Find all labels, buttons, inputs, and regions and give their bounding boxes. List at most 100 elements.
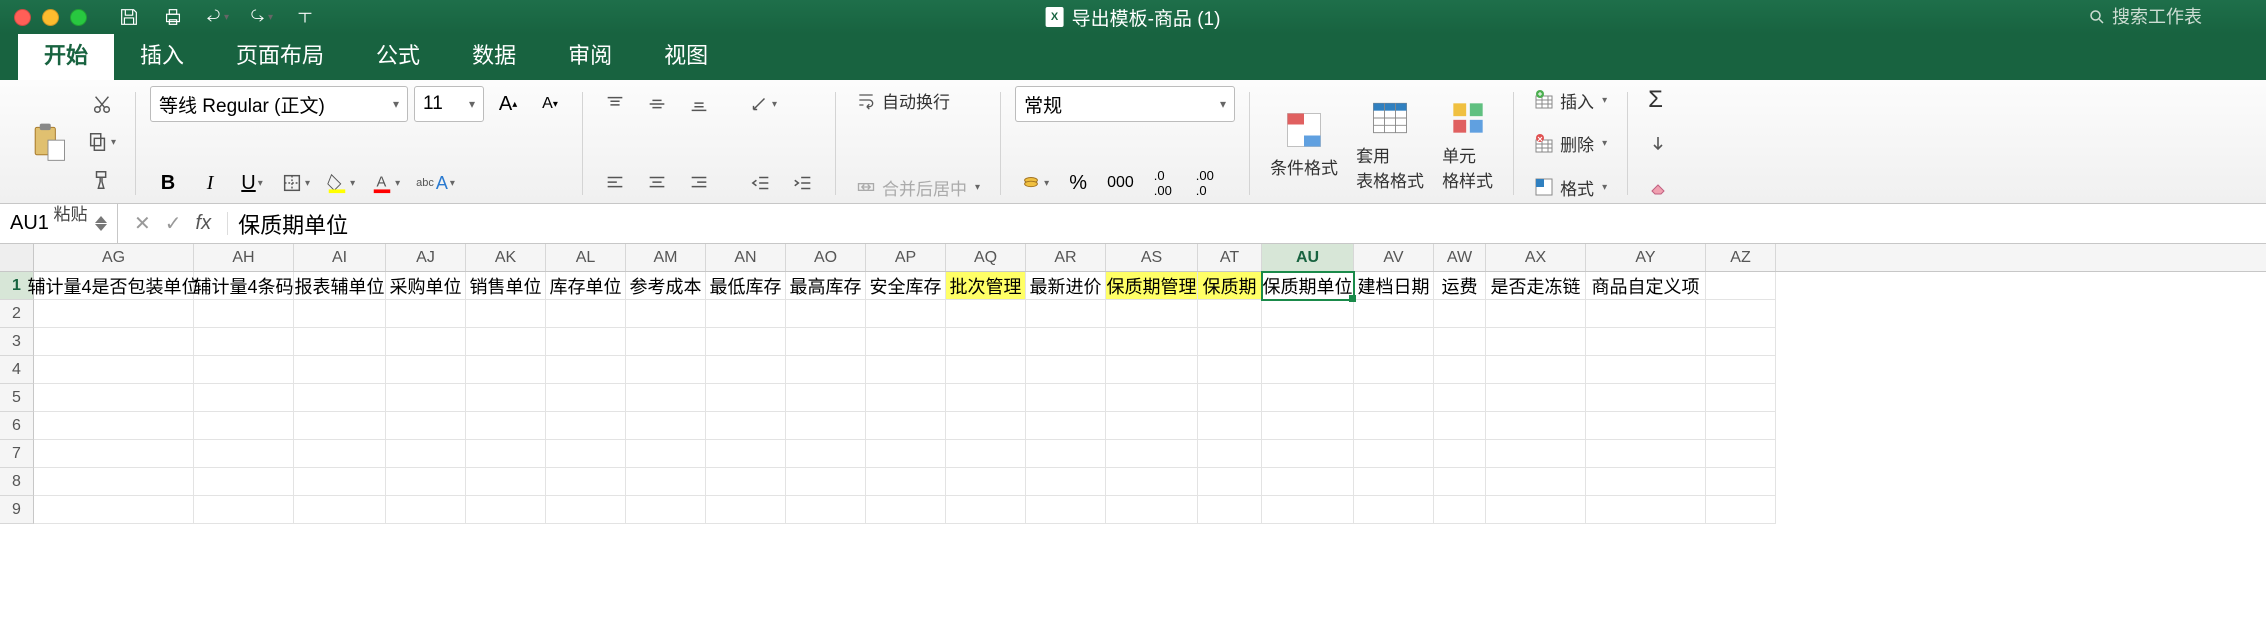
format-as-table-button[interactable]: 套用 表格格式 [1350,94,1430,194]
decrease-decimal-button[interactable]: .00.0 [1187,165,1223,201]
cell-AI3[interactable] [294,328,386,356]
cell-AK8[interactable] [466,468,546,496]
col-header-AS[interactable]: AS [1106,244,1198,271]
spreadsheet-grid[interactable]: AGAHAIAJAKALAMANAOAPAQARASATAUAVAWAXAYAZ… [0,244,2266,524]
cell-AH6[interactable] [194,412,294,440]
wrap-text-button[interactable]: 自动换行 [850,86,986,114]
cell-AX1[interactable]: 是否走冻链 [1486,272,1586,300]
col-header-AI[interactable]: AI [294,244,386,271]
borders-button[interactable] [276,165,315,201]
formula-input[interactable] [228,211,2266,237]
search-input[interactable] [2112,7,2252,28]
cell-AM6[interactable] [626,412,706,440]
percent-button[interactable]: % [1060,165,1096,201]
increase-decimal-button[interactable]: .0.00 [1145,165,1181,201]
cell-AP7[interactable] [866,440,946,468]
cell-AX8[interactable] [1486,468,1586,496]
fullscreen-window-button[interactable] [70,9,87,26]
cell-AM2[interactable] [626,300,706,328]
paste-button[interactable] [20,118,76,166]
comma-button[interactable]: 000 [1102,165,1139,201]
tab-插入[interactable]: 插入 [114,28,210,80]
cell-AG9[interactable] [34,496,194,524]
cell-AS6[interactable] [1106,412,1198,440]
cell-AG8[interactable] [34,468,194,496]
cell-AQ7[interactable] [946,440,1026,468]
cell-AL1[interactable]: 库存单位 [546,272,626,300]
cell-AO6[interactable] [786,412,866,440]
cell-AJ5[interactable] [386,384,466,412]
cell-AH3[interactable] [194,328,294,356]
cell-AV2[interactable] [1354,300,1434,328]
cell-AY5[interactable] [1586,384,1706,412]
fill-color-button[interactable] [321,165,360,201]
redo-button[interactable] [249,5,273,29]
tab-视图[interactable]: 视图 [638,28,734,80]
cell-AY9[interactable] [1586,496,1706,524]
cell-AV9[interactable] [1354,496,1434,524]
cell-AZ7[interactable] [1706,440,1776,468]
cell-AG1[interactable]: 辅计量4是否包装单位 [34,272,194,300]
col-header-AT[interactable]: AT [1198,244,1262,271]
row-header-5[interactable]: 5 [0,384,34,412]
cell-AO4[interactable] [786,356,866,384]
font-name-combo[interactable]: 等线 Regular (正文)▾ [150,86,408,122]
italic-button[interactable]: I [192,165,228,201]
copy-button[interactable] [82,124,121,160]
cell-AN9[interactable] [706,496,786,524]
cell-AQ9[interactable] [946,496,1026,524]
cell-AH8[interactable] [194,468,294,496]
cell-AU2[interactable] [1262,300,1354,328]
cell-AH2[interactable] [194,300,294,328]
cell-AM9[interactable] [626,496,706,524]
search-box[interactable] [2088,7,2252,28]
select-all-corner[interactable] [0,244,34,271]
col-header-AX[interactable]: AX [1486,244,1586,271]
conditional-format-button[interactable]: 条件格式 [1264,106,1344,181]
cell-AZ4[interactable] [1706,356,1776,384]
cell-AJ7[interactable] [386,440,466,468]
cell-AZ8[interactable] [1706,468,1776,496]
cell-AG7[interactable] [34,440,194,468]
cell-AP4[interactable] [866,356,946,384]
tab-审阅[interactable]: 审阅 [542,28,638,80]
col-header-AZ[interactable]: AZ [1706,244,1776,271]
close-window-button[interactable] [14,9,31,26]
cell-AM3[interactable] [626,328,706,356]
cell-AR7[interactable] [1026,440,1106,468]
cell-AN7[interactable] [706,440,786,468]
cell-AW6[interactable] [1434,412,1486,440]
format-painter-button[interactable] [82,162,121,198]
cell-AX7[interactable] [1486,440,1586,468]
cut-button[interactable] [82,86,121,122]
cell-AT7[interactable] [1198,440,1262,468]
cell-AQ4[interactable] [946,356,1026,384]
cell-AO3[interactable] [786,328,866,356]
cell-AH1[interactable]: 辅计量4条码 [194,272,294,300]
cell-AX9[interactable] [1486,496,1586,524]
cell-AN6[interactable] [706,412,786,440]
cell-AW1[interactable]: 运费 [1434,272,1486,300]
align-left-button[interactable] [597,165,633,201]
col-header-AW[interactable]: AW [1434,244,1486,271]
cell-AL8[interactable] [546,468,626,496]
cell-AI6[interactable] [294,412,386,440]
col-header-AJ[interactable]: AJ [386,244,466,271]
cell-AZ3[interactable] [1706,328,1776,356]
col-header-AQ[interactable]: AQ [946,244,1026,271]
cell-AY6[interactable] [1586,412,1706,440]
cell-AP6[interactable] [866,412,946,440]
cell-AS8[interactable] [1106,468,1198,496]
cell-AN4[interactable] [706,356,786,384]
cell-AK6[interactable] [466,412,546,440]
cell-AR1[interactable]: 最新进价 [1026,272,1106,300]
col-header-AN[interactable]: AN [706,244,786,271]
currency-button[interactable] [1015,165,1054,201]
cell-AV4[interactable] [1354,356,1434,384]
cell-AW9[interactable] [1434,496,1486,524]
cell-AY3[interactable] [1586,328,1706,356]
cell-AY1[interactable]: 商品自定义项 [1586,272,1706,300]
cell-AO8[interactable] [786,468,866,496]
cell-AL2[interactable] [546,300,626,328]
print-button[interactable] [161,5,185,29]
